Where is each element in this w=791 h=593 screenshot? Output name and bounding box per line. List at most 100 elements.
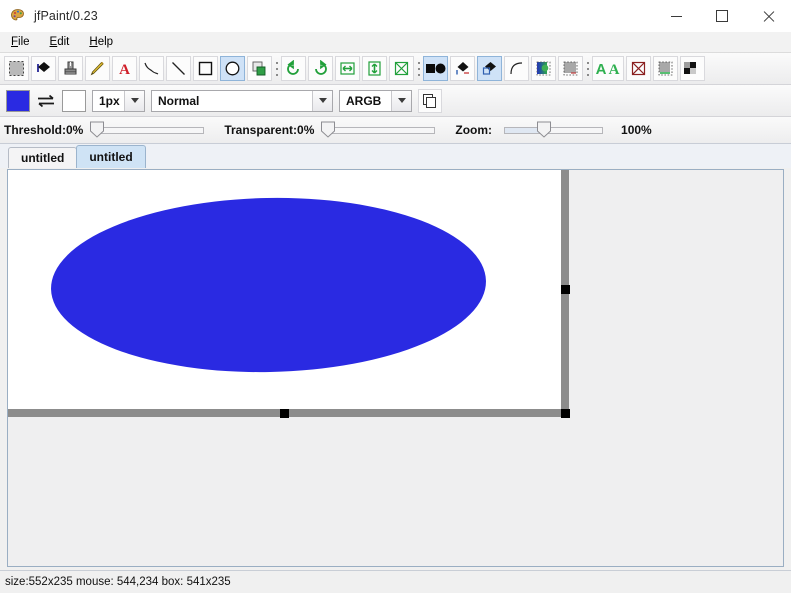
shapes-fill-tool-button[interactable] [423,56,448,81]
threshold-slider-track[interactable] [101,126,205,134]
bottom-right-corner-handle[interactable] [561,409,570,418]
toolbar-separator-3 [584,56,591,81]
red-crossed-box-icon [630,60,647,77]
maximize-button[interactable] [699,0,745,32]
clear-tool-button[interactable] [626,56,651,81]
menu-bar: File Edit Help [0,32,791,53]
dashed-rectangle-icon [8,60,25,77]
copy-layers-icon [422,93,438,109]
gradient-icon [535,60,552,77]
drawing-canvas[interactable] [8,170,561,409]
foreground-color-swatch[interactable] [6,89,30,112]
menu-edit-rest: dit [57,36,70,48]
selection-effect-tool-button[interactable] [653,56,678,81]
stamp-tool-button[interactable] [58,56,83,81]
color-model-combo[interactable]: ARGB [339,89,412,112]
stamp-icon [62,60,79,77]
right-middle-handle[interactable] [561,285,570,294]
transparent-slider-track[interactable] [332,126,436,134]
chevron-down-icon [318,98,327,103]
toolbar-separator-2 [415,56,422,81]
threshold-label: Threshold:0% [4,123,84,137]
zoom-slider[interactable] [498,121,604,139]
shape-outline-tool-button[interactable] [477,56,502,81]
dotted-selection-icon [657,60,674,77]
menu-help-rest: elp [97,36,114,48]
flip-horizontal-icon [339,60,356,77]
zoom-percent-value: 100% [621,123,652,137]
minimize-button[interactable] [653,0,699,32]
window-title: jfPaint/0.23 [34,9,98,23]
black-diamond-fill-icon [35,60,52,77]
shape-stroke-tool-button[interactable] [450,56,475,81]
menu-file[interactable]: File [2,34,39,50]
crossed-box-icon [393,60,410,77]
rectangle-select-tool-button[interactable] [4,56,29,81]
gradient-tool-button[interactable] [531,56,556,81]
antialias-toggle-button[interactable]: A A [592,56,624,81]
tab-untitled-2[interactable]: untitled [76,145,146,168]
palette-icon [10,8,26,24]
maximize-icon [716,10,728,22]
jfpaint-window: jfPaint/0.23 File Edit Help A A A 1px No… [0,0,791,593]
blend-mode-value: Normal [158,93,200,108]
close-button[interactable] [745,0,791,32]
ellipse-tool-button[interactable] [220,56,245,81]
background-color-swatch[interactable] [62,89,86,112]
blue-ellipse[interactable] [49,193,488,377]
color-model-dropdown-arrow[interactable] [391,90,411,111]
line-tool-button[interactable] [166,56,191,81]
svg-text:A: A [119,62,130,77]
bottom-middle-handle[interactable] [280,409,289,418]
status-text: size:552x235 mouse: 544,234 box: 541x235 [5,576,231,588]
swap-colors-button[interactable] [33,90,59,112]
stroke-width-combo[interactable]: 1px [92,89,145,112]
chevron-down-icon [130,98,139,103]
flip-horizontal-tool-button[interactable] [335,56,360,81]
flip-vertical-tool-button[interactable] [362,56,387,81]
canvas-scroll-pane[interactable] [7,169,784,567]
blend-mode-combo[interactable]: Normal [151,89,333,112]
rotate-right-tool-button[interactable] [308,56,333,81]
arc-tool-button[interactable] [504,56,529,81]
crop-tool-button[interactable] [389,56,414,81]
diagonal-line-icon [170,60,187,77]
stroke-width-value: 1px [99,93,120,108]
checker-pattern-tool-button[interactable] [680,56,705,81]
green-paste-icon [251,60,268,77]
square-outline-icon [197,60,214,77]
diamond-outline-icon [481,60,498,77]
square-circle-filled-icon [425,60,447,77]
svg-text:A: A [596,61,607,77]
transparent-slider[interactable] [320,121,436,139]
blend-mode-dropdown-arrow[interactable] [312,90,332,111]
noise-tool-button[interactable] [558,56,583,81]
canvas-container [8,170,570,418]
options-toolbar: 1px Normal ARGB [0,85,791,117]
curve-tool-button[interactable] [139,56,164,81]
zoom-slider-thumb[interactable] [536,121,552,138]
menu-help[interactable]: Help [80,34,122,50]
transparent-label: Transparent:0% [224,123,315,137]
tab-label: untitled [89,150,133,164]
fill-bucket-tool-button[interactable] [31,56,56,81]
copy-layers-button[interactable] [418,88,442,113]
status-bar: size:552x235 mouse: 544,234 box: 541x235 [0,570,791,593]
text-tool-button[interactable]: A [112,56,137,81]
stroke-width-dropdown-arrow[interactable] [124,90,144,111]
color-model-value: ARGB [346,93,382,108]
tools-toolbar: A A A [0,53,791,85]
paste-tool-button[interactable] [247,56,272,81]
tab-label: untitled [21,151,65,165]
threshold-slider[interactable] [89,121,205,139]
threshold-slider-thumb[interactable] [89,121,105,138]
rotate-right-icon [312,60,329,77]
menu-edit[interactable]: Edit [41,34,79,50]
tab-untitled-1[interactable]: untitled [8,147,78,168]
parameters-bar: Threshold:0% Transparent:0% Zoom: 100% [0,117,791,144]
rotate-left-tool-button[interactable] [281,56,306,81]
document-tabs: untitled untitled [0,144,791,168]
transparent-slider-thumb[interactable] [320,121,336,138]
rectangle-tool-button[interactable] [193,56,218,81]
pencil-tool-button[interactable] [85,56,110,81]
